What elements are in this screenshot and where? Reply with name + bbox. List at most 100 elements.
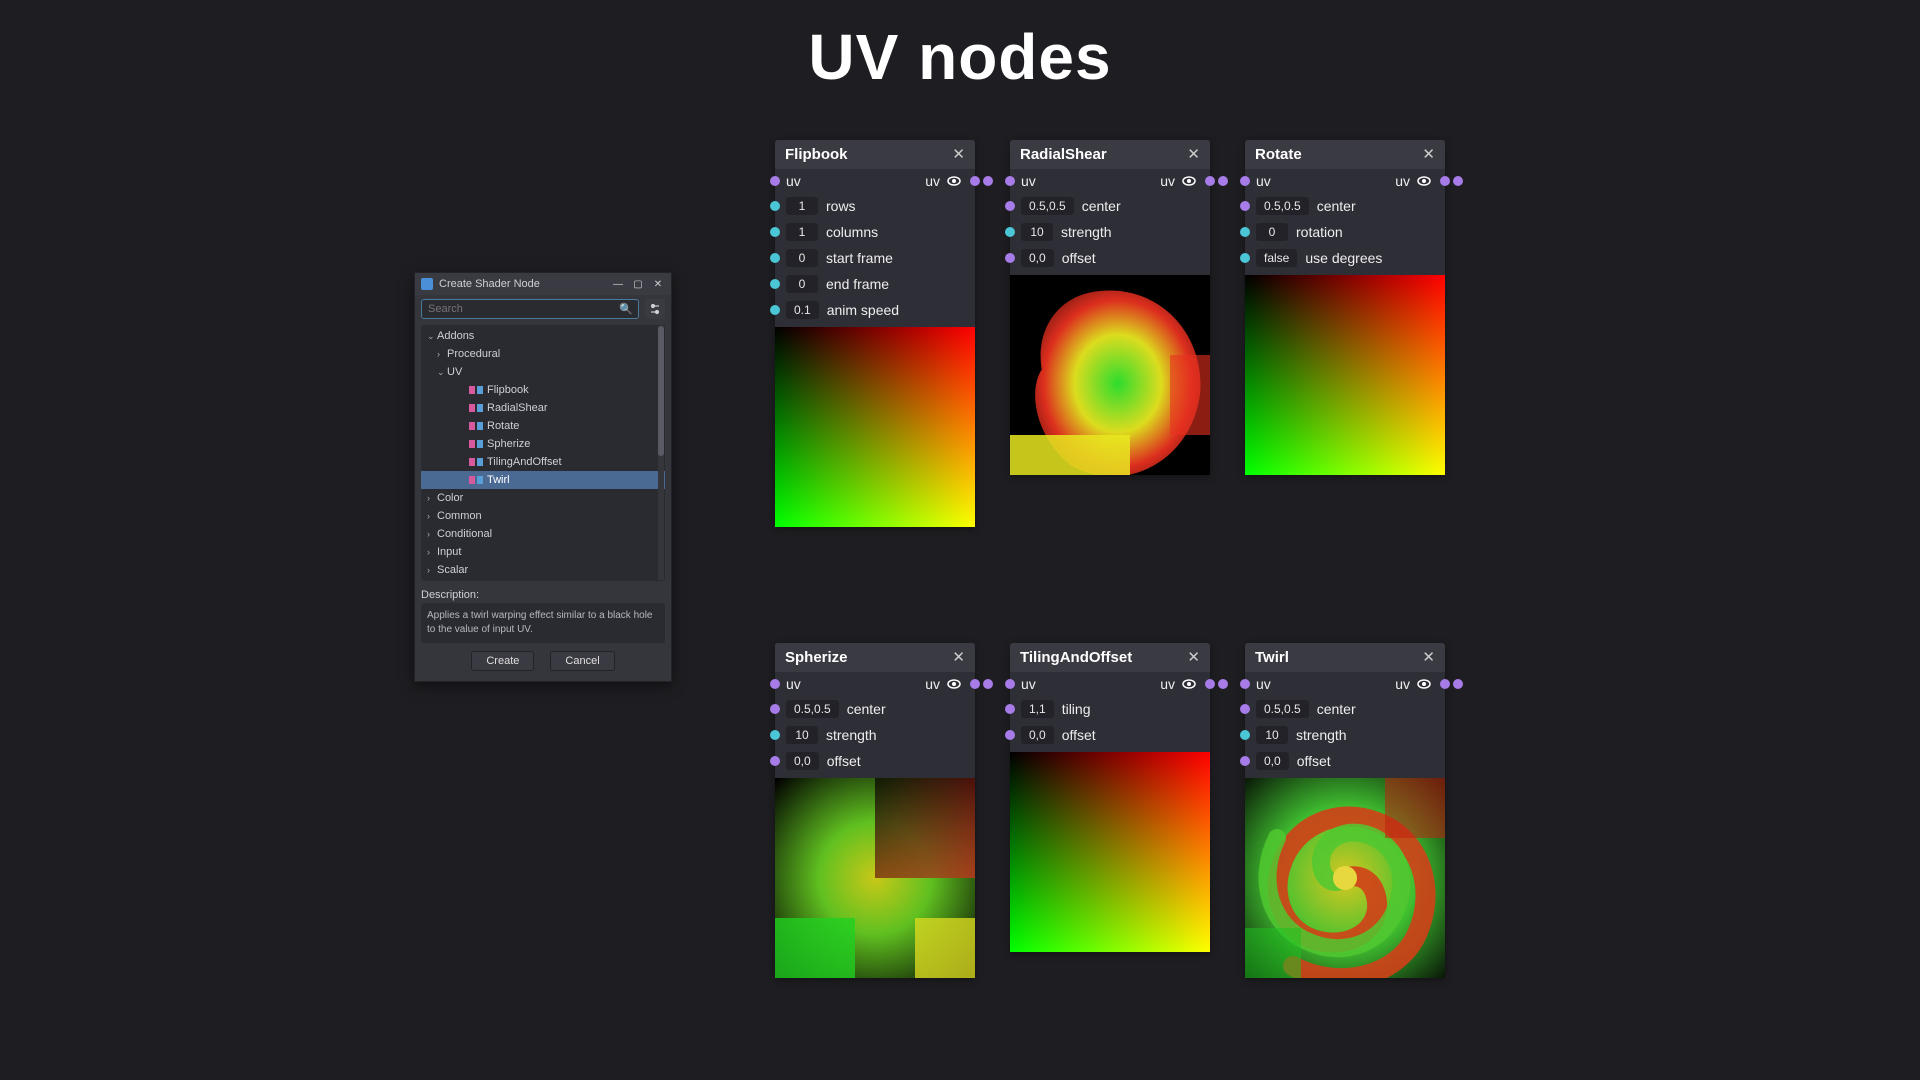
end-frame-input[interactable]: 0 xyxy=(786,275,818,293)
strength-input[interactable]: 10 xyxy=(786,726,818,744)
port-external[interactable] xyxy=(983,679,993,689)
tree-scalar[interactable]: ›Scalar xyxy=(421,561,665,579)
node-header[interactable]: Spherize ✕ xyxy=(775,643,975,672)
port-rotation[interactable] xyxy=(1240,227,1250,237)
port-uv-in[interactable] xyxy=(1005,679,1015,689)
port-uv-out[interactable] xyxy=(1205,176,1215,186)
node-rotate[interactable]: Rotate ✕ uv uv 0.5,0.5center 0rotation f… xyxy=(1245,140,1445,475)
preview-icon[interactable] xyxy=(1416,678,1432,690)
preview-icon[interactable] xyxy=(946,678,962,690)
search-input[interactable] xyxy=(421,299,639,319)
start-frame-input[interactable]: 0 xyxy=(786,249,818,267)
tree-input[interactable]: ›Input xyxy=(421,543,665,561)
port-strength[interactable] xyxy=(1005,227,1015,237)
node-radialshear[interactable]: RadialShear ✕ uv uv 0.5,0.5center 10stre… xyxy=(1010,140,1210,475)
node-twirl[interactable]: Twirl ✕ uv uv 0.5,0.5center 10strength 0… xyxy=(1245,643,1445,978)
offset-input[interactable]: 0,0 xyxy=(1021,726,1054,744)
offset-input[interactable]: 0,0 xyxy=(1256,752,1289,770)
node-header[interactable]: Flipbook ✕ xyxy=(775,140,975,169)
anim-speed-input[interactable]: 0.1 xyxy=(786,301,819,319)
port-use-degrees[interactable] xyxy=(1240,253,1250,263)
port-uv-out[interactable] xyxy=(970,176,980,186)
port-center[interactable] xyxy=(1240,201,1250,211)
close-icon[interactable]: ✕ xyxy=(1187,147,1200,162)
port-uv-in[interactable] xyxy=(1240,176,1250,186)
node-tilingandoffset[interactable]: TilingAndOffset ✕ uv uv 1,1tiling 0,0off… xyxy=(1010,643,1210,952)
node-header[interactable]: Rotate ✕ xyxy=(1245,140,1445,169)
port-offset[interactable] xyxy=(1240,756,1250,766)
node-spherize[interactable]: Spherize ✕ uv uv 0.5,0.5center 10strengt… xyxy=(775,643,975,978)
port-strength[interactable] xyxy=(1240,730,1250,740)
tree-scrollbar[interactable] xyxy=(658,326,664,580)
port-offset[interactable] xyxy=(1005,253,1015,263)
port-offset[interactable] xyxy=(1005,730,1015,740)
tiling-input[interactable]: 1,1 xyxy=(1021,700,1054,718)
strength-input[interactable]: 10 xyxy=(1256,726,1288,744)
tree-procedural[interactable]: ›Procedural xyxy=(421,345,665,363)
port-anim-speed[interactable] xyxy=(770,305,780,315)
node-header[interactable]: Twirl ✕ xyxy=(1245,643,1445,672)
node-flipbook[interactable]: Flipbook ✕ uv uv 1rows 1columns 0start f… xyxy=(775,140,975,527)
create-button[interactable]: Create xyxy=(471,651,534,671)
rows-input[interactable]: 1 xyxy=(786,197,818,215)
port-uv-out[interactable] xyxy=(1205,679,1215,689)
port-end-frame[interactable] xyxy=(770,279,780,289)
tree-item-flipbook[interactable]: Flipbook xyxy=(421,381,665,399)
port-uv-in[interactable] xyxy=(770,176,780,186)
port-uv-in[interactable] xyxy=(1240,679,1250,689)
maximize-button[interactable]: ▢ xyxy=(631,277,645,291)
cancel-button[interactable]: Cancel xyxy=(550,651,614,671)
port-center[interactable] xyxy=(1005,201,1015,211)
offset-input[interactable]: 0,0 xyxy=(1021,249,1054,267)
use-degrees-input[interactable]: false xyxy=(1256,249,1297,267)
port-columns[interactable] xyxy=(770,227,780,237)
port-center[interactable] xyxy=(770,704,780,714)
close-icon[interactable]: ✕ xyxy=(952,650,965,665)
preview-icon[interactable] xyxy=(1416,175,1432,187)
port-uv-in[interactable] xyxy=(770,679,780,689)
close-window-button[interactable]: ✕ xyxy=(651,277,665,291)
port-external[interactable] xyxy=(1453,176,1463,186)
tree-item-rotate[interactable]: Rotate xyxy=(421,417,665,435)
tree-item-twirl[interactable]: Twirl xyxy=(421,471,665,489)
tree-item-tilingandoffset[interactable]: TilingAndOffset xyxy=(421,453,665,471)
port-tiling[interactable] xyxy=(1005,704,1015,714)
offset-input[interactable]: 0,0 xyxy=(786,752,819,770)
port-external[interactable] xyxy=(983,176,993,186)
tree-uv[interactable]: ⌄UV xyxy=(421,363,665,381)
port-uv-out[interactable] xyxy=(970,679,980,689)
node-header[interactable]: TilingAndOffset ✕ xyxy=(1010,643,1210,672)
close-icon[interactable]: ✕ xyxy=(1422,147,1435,162)
center-input[interactable]: 0.5,0.5 xyxy=(1256,700,1309,718)
tree-addons[interactable]: ⌄Addons xyxy=(421,327,665,345)
port-strength[interactable] xyxy=(770,730,780,740)
port-external[interactable] xyxy=(1218,679,1228,689)
minimize-button[interactable]: — xyxy=(611,277,625,291)
port-rows[interactable] xyxy=(770,201,780,211)
close-icon[interactable]: ✕ xyxy=(1187,650,1200,665)
rotation-input[interactable]: 0 xyxy=(1256,223,1288,241)
preview-icon[interactable] xyxy=(946,175,962,187)
port-start-frame[interactable] xyxy=(770,253,780,263)
preview-icon[interactable] xyxy=(1181,175,1197,187)
port-uv-out[interactable] xyxy=(1440,679,1450,689)
columns-input[interactable]: 1 xyxy=(786,223,818,241)
center-input[interactable]: 0.5,0.5 xyxy=(1021,197,1074,215)
tree-color[interactable]: ›Color xyxy=(421,489,665,507)
tree-item-radialshear[interactable]: RadialShear xyxy=(421,399,665,417)
preview-icon[interactable] xyxy=(1181,678,1197,690)
port-center[interactable] xyxy=(1240,704,1250,714)
center-input[interactable]: 0.5,0.5 xyxy=(786,700,839,718)
close-icon[interactable]: ✕ xyxy=(1422,650,1435,665)
center-input[interactable]: 0.5,0.5 xyxy=(1256,197,1309,215)
strength-input[interactable]: 10 xyxy=(1021,223,1053,241)
tree-common[interactable]: ›Common xyxy=(421,507,665,525)
tree-conditional[interactable]: ›Conditional xyxy=(421,525,665,543)
port-uv-in[interactable] xyxy=(1005,176,1015,186)
port-external[interactable] xyxy=(1218,176,1228,186)
port-external[interactable] xyxy=(1453,679,1463,689)
node-header[interactable]: RadialShear ✕ xyxy=(1010,140,1210,169)
close-icon[interactable]: ✕ xyxy=(952,147,965,162)
port-offset[interactable] xyxy=(770,756,780,766)
port-uv-out[interactable] xyxy=(1440,176,1450,186)
